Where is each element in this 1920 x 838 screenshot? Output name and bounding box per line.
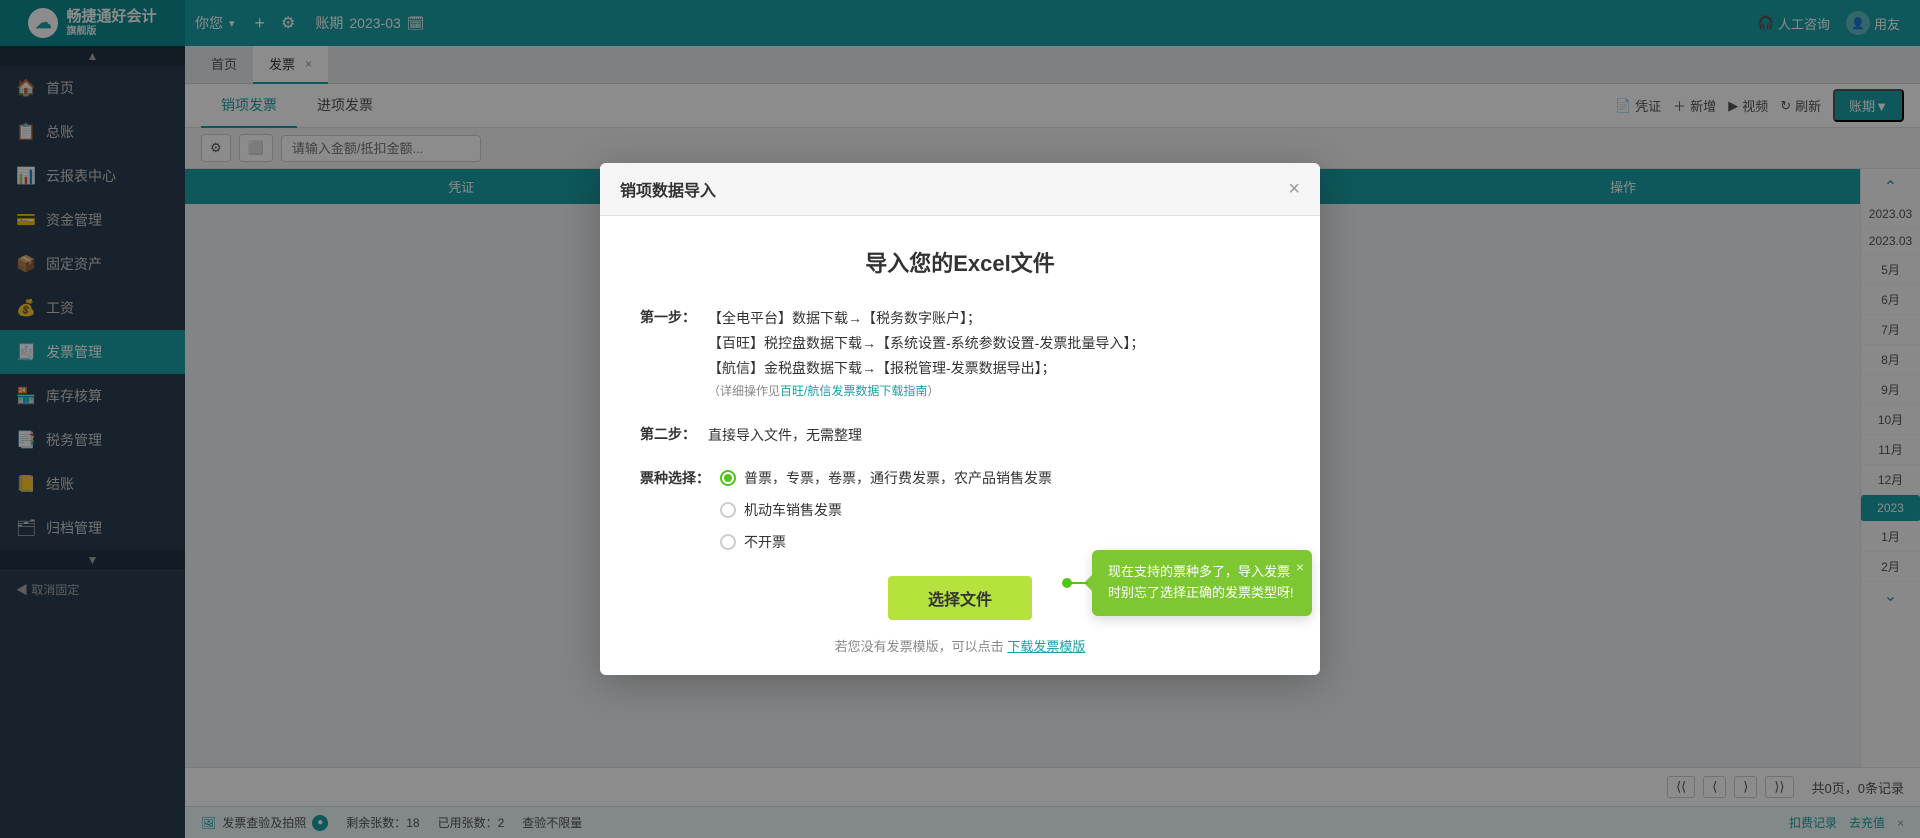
guide-link[interactable]: 百旺/航信发票数据下载指南	[780, 384, 927, 398]
radio-circle-3	[720, 534, 736, 550]
step2-label: 第二步：	[640, 423, 700, 444]
step1-line-1: 【全电平台】数据下载→【税务数字账户】；	[708, 306, 1144, 331]
radio-label-2: 机动车销售发票	[744, 500, 842, 520]
step1-row: 第一步： 【全电平台】数据下载→【税务数字账户】； 【百旺】税控盘数据下载→【系…	[640, 306, 1280, 403]
modal-footer-note: 若您没有发票模版，可以点击 下载发票模版	[640, 636, 1280, 655]
step1-line-2: 【百旺】税控盘数据下载→【系统设置-系统参数设置-发票批量导入】；	[708, 331, 1144, 356]
step1-note: （详细操作见百旺/航信发票数据下载指南）	[708, 381, 1144, 403]
tooltip-text: 现在支持的票种多了，导入发票时别忘了选择正确的发票类型呀!	[1108, 564, 1294, 600]
tooltip-close-icon[interactable]: ×	[1296, 556, 1304, 578]
step1-label: 第一步：	[640, 306, 700, 327]
tooltip-line	[1066, 582, 1088, 584]
radio-option-1[interactable]: 普票，专票，卷票，通行费发票，农产品销售发票	[720, 468, 1052, 488]
modal-close-button[interactable]: ×	[1288, 179, 1300, 199]
tooltip-bubble: × 现在支持的票种多了，导入发票时别忘了选择正确的发票类型呀!	[1092, 550, 1312, 616]
radio-option-2[interactable]: 机动车销售发票 × 现在支持的票种多了，导入发票时别忘了选择正确的发票类型呀!	[720, 500, 1052, 520]
select-file-button[interactable]: 选择文件	[888, 576, 1032, 620]
radio-label-1: 普票，专票，卷票，通行费发票，农产品销售发票	[744, 468, 1052, 488]
step2-row: 第二步： 直接导入文件，无需整理	[640, 423, 1280, 448]
download-template-link[interactable]: 下载发票模版	[1007, 639, 1085, 654]
modal-title: 销项数据导入	[620, 177, 716, 201]
step1-content: 【全电平台】数据下载→【税务数字账户】； 【百旺】税控盘数据下载→【系统设置-系…	[708, 306, 1144, 403]
step2-content: 直接导入文件，无需整理	[708, 423, 862, 448]
ticket-label: 票种选择：	[640, 468, 710, 488]
radio-option-3[interactable]: 不开票	[720, 532, 1052, 552]
modal-overlay[interactable]: 销项数据导入 × 导入您的Excel文件 第一步： 【全电平台】数据下载→【税务…	[0, 0, 1920, 838]
modal-body: 导入您的Excel文件 第一步： 【全电平台】数据下载→【税务数字账户】； 【百…	[600, 216, 1320, 675]
import-modal: 销项数据导入 × 导入您的Excel文件 第一步： 【全电平台】数据下载→【税务…	[600, 163, 1320, 675]
radio-label-3: 不开票	[744, 532, 786, 552]
ticket-section: 票种选择： 普票，专票，卷票，通行费发票，农产品销售发票 机动车销售发票 ×	[640, 468, 1280, 552]
radio-group: 普票，专票，卷票，通行费发票，农产品销售发票 机动车销售发票 × 现在支持的票种…	[710, 468, 1052, 552]
radio-circle-1	[720, 470, 736, 486]
step1-line-3: 【航信】金税盘数据下载→【报税管理-发票数据导出】；	[708, 356, 1144, 381]
modal-main-title: 导入您的Excel文件	[640, 246, 1280, 278]
modal-header: 销项数据导入 ×	[600, 163, 1320, 216]
ticket-row: 票种选择： 普票，专票，卷票，通行费发票，农产品销售发票 机动车销售发票 ×	[640, 468, 1280, 552]
radio-circle-2	[720, 502, 736, 518]
